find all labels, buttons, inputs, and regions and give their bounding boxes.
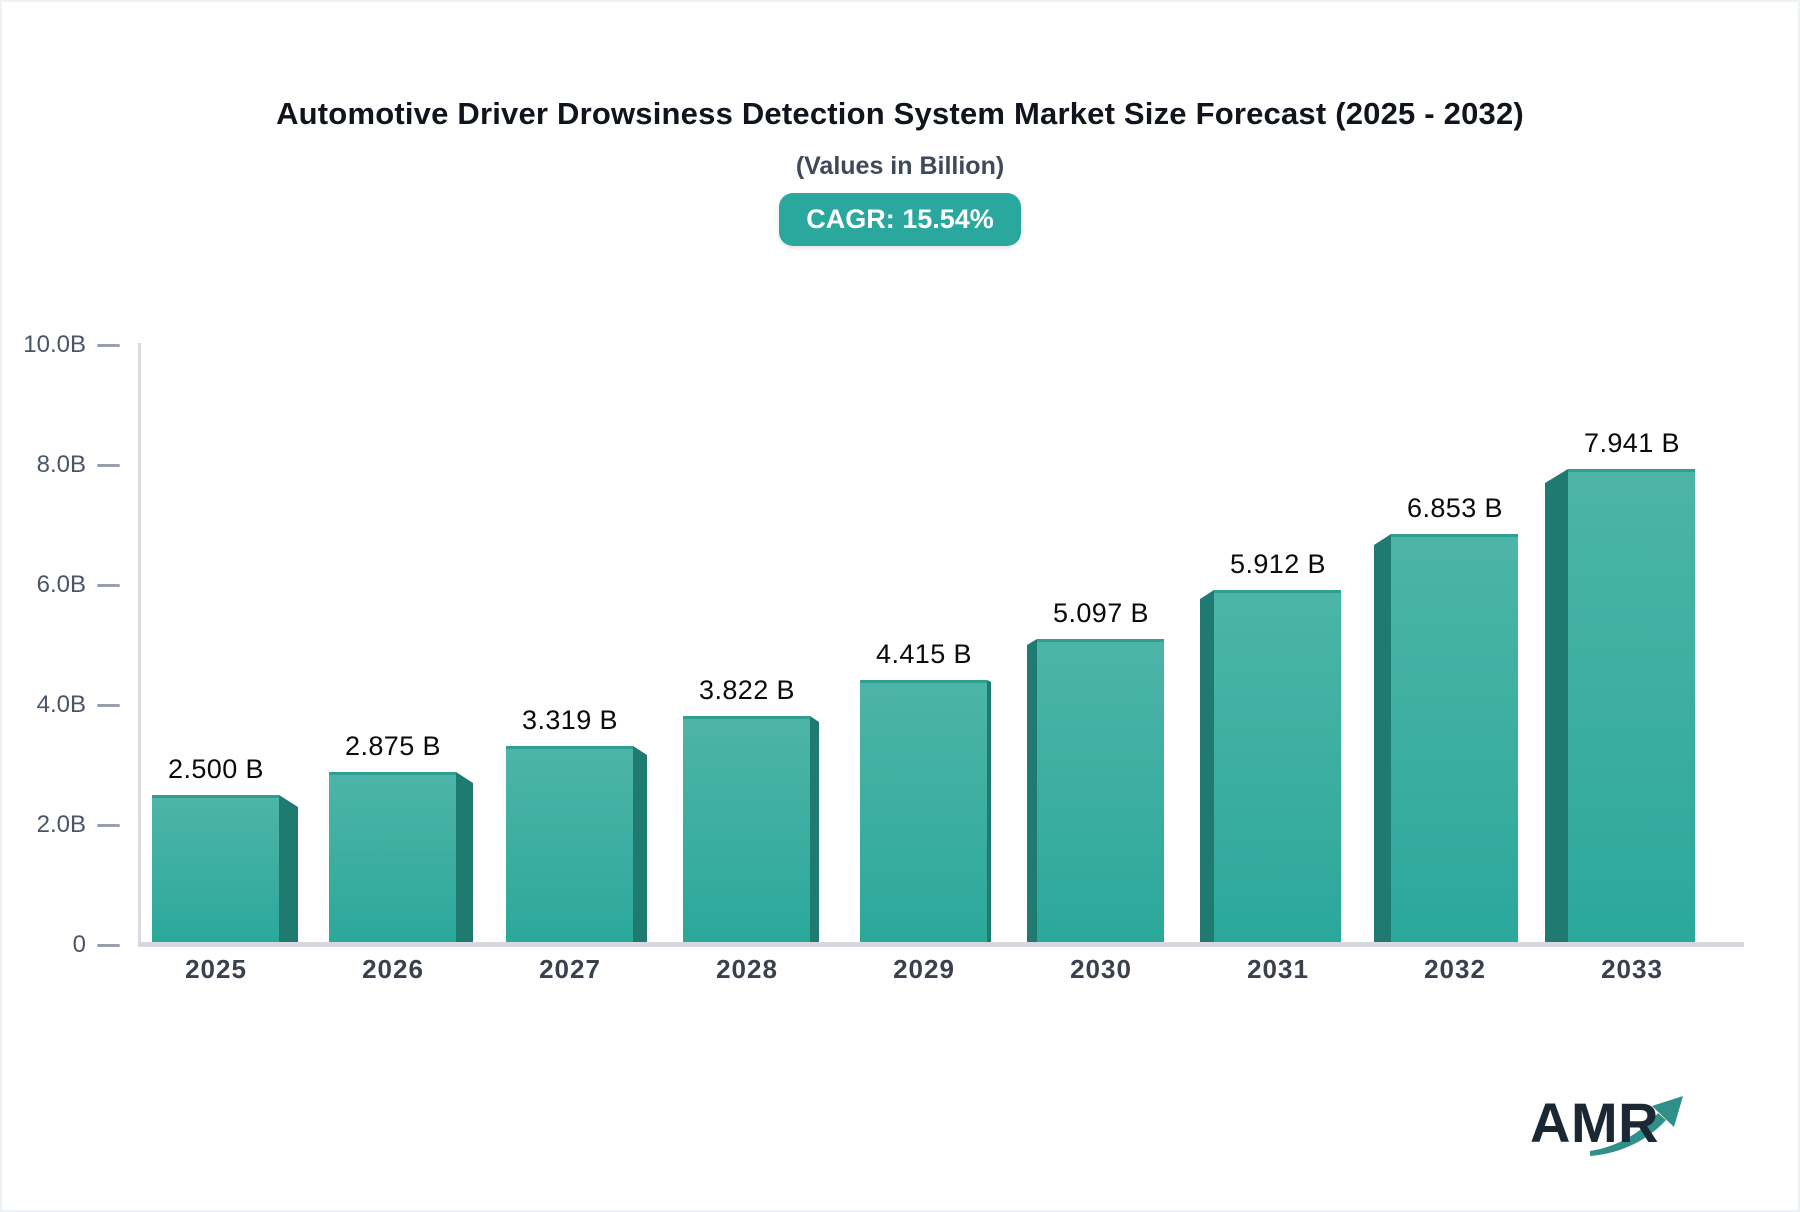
bar-face-2025 — [152, 795, 279, 945]
bar-side-2032 — [1374, 534, 1391, 945]
bar-value-label-2031: 5.912 B — [1230, 549, 1326, 579]
y-tick-dash — [97, 824, 120, 827]
x-tick-label-2028: 2028 — [716, 954, 778, 984]
x-tick-label-2027: 2027 — [539, 954, 601, 984]
x-tick-label-2026: 2026 — [362, 954, 424, 984]
logo-text: AMR — [1530, 1091, 1660, 1154]
bar-face-2031 — [1214, 590, 1341, 945]
y-tick-dash — [97, 944, 120, 947]
bar-side-2027 — [633, 746, 647, 945]
bar-face-2026 — [329, 772, 456, 945]
bar-face-2030 — [1037, 639, 1164, 945]
bar-side-2026 — [456, 772, 473, 945]
amr-logo: AMR — [1530, 1090, 1740, 1172]
bar-face-2027 — [506, 746, 633, 945]
chart-card: Automotive Driver Drowsiness Detection S… — [0, 0, 1800, 1212]
y-tick-label-10.0B: 10.0B — [23, 331, 86, 358]
bar-side-2030 — [1027, 639, 1037, 945]
y-axis-line — [138, 343, 141, 945]
chart-header: Automotive Driver Drowsiness Detection S… — [2, 88, 1798, 246]
y-tick-dash — [97, 464, 120, 467]
bar-value-label-2033: 7.941 B — [1584, 428, 1680, 458]
bar-side-2031 — [1200, 590, 1214, 945]
bar-side-2025 — [279, 795, 298, 945]
y-tick-dash — [97, 584, 120, 587]
bar-value-label-2032: 6.853 B — [1407, 493, 1503, 523]
bar-face-2029 — [860, 680, 987, 945]
bar-value-label-2027: 3.319 B — [522, 705, 618, 735]
bar-side-2033 — [1545, 469, 1568, 945]
bar-face-2028 — [683, 716, 810, 945]
chart-title: Automotive Driver Drowsiness Detection S… — [276, 96, 1524, 131]
bar-face-2032 — [1391, 534, 1518, 945]
x-axis-line — [138, 942, 1744, 947]
x-tick-label-2025: 2025 — [185, 954, 247, 984]
bar-side-2029 — [987, 680, 991, 945]
y-tick-label-2.0B: 2.0B — [36, 811, 86, 838]
y-tick-label-8.0B: 8.0B — [36, 451, 86, 478]
bar-face-2033 — [1568, 469, 1695, 945]
x-tick-label-2032: 2032 — [1424, 954, 1486, 984]
bar-value-label-2030: 5.097 B — [1053, 598, 1149, 628]
y-tick-dash — [97, 344, 120, 347]
bar-value-label-2028: 3.822 B — [699, 675, 795, 705]
y-tick-dash — [97, 704, 120, 707]
y-tick-label-6.0B: 6.0B — [36, 571, 86, 598]
x-tick-label-2030: 2030 — [1070, 954, 1132, 984]
bar-side-2028 — [810, 716, 819, 945]
chart-subtitle: (Values in Billion) — [795, 152, 1005, 180]
x-tick-label-2029: 2029 — [893, 954, 955, 984]
y-tick-label-4.0B: 4.0B — [36, 691, 86, 718]
x-tick-label-2031: 2031 — [1247, 954, 1309, 984]
y-tick-label-0: 0 — [72, 931, 86, 958]
x-tick-label-2033: 2033 — [1601, 954, 1663, 984]
cagr-badge: CAGR: 15.54% — [779, 193, 1021, 246]
bar-value-label-2029: 4.415 B — [876, 639, 972, 669]
